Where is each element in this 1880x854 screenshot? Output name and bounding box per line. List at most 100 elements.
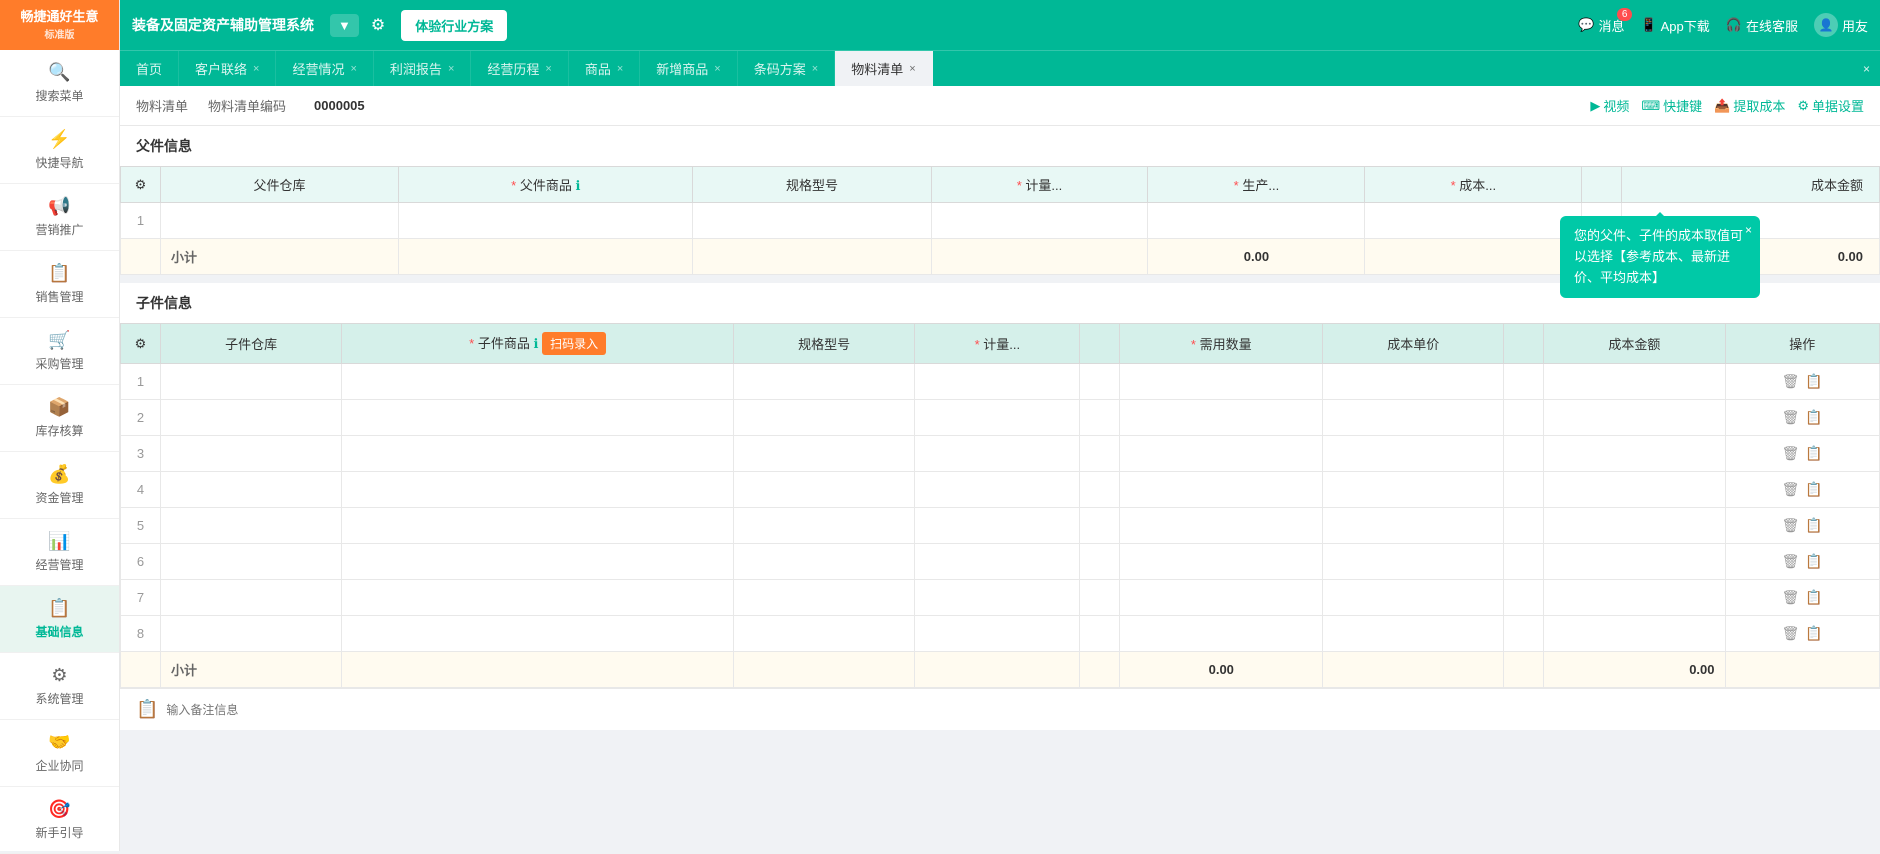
child-cost-amount-cell[interactable] xyxy=(1544,544,1725,580)
tab-history[interactable]: 经营历程 × xyxy=(471,51,568,86)
sidebar-item-basic-info[interactable]: 📋 基础信息 xyxy=(0,586,119,653)
single-settings-action[interactable]: ⚙ 单据设置 xyxy=(1797,96,1864,115)
breadcrumb-1[interactable]: 物料清单 xyxy=(136,96,188,115)
child-cost-amount-cell[interactable] xyxy=(1544,508,1725,544)
child-warehouse-cell[interactable] xyxy=(161,400,342,436)
child-unitprice-cell[interactable] xyxy=(1323,400,1504,436)
child-unitprice-cell[interactable] xyxy=(1323,616,1504,652)
tab-close-icon[interactable]: × xyxy=(448,63,454,75)
delete-icon[interactable]: 🗑 xyxy=(1782,409,1800,426)
child-quantity-cell[interactable] xyxy=(1120,544,1323,580)
child-quantity-cell[interactable] xyxy=(1120,400,1323,436)
child-quantity-cell[interactable] xyxy=(1120,580,1323,616)
child-unitprice-cell[interactable] xyxy=(1323,364,1504,400)
th-settings[interactable]: ⚙ xyxy=(121,324,161,364)
sidebar-item-sales[interactable]: 📋 销售管理 xyxy=(0,251,119,318)
child-warehouse-cell[interactable] xyxy=(161,472,342,508)
tab-close-icon[interactable]: × xyxy=(350,63,356,75)
child-unitprice-cell[interactable] xyxy=(1323,472,1504,508)
delete-icon[interactable]: 🗑 xyxy=(1782,589,1800,606)
child-product-cell[interactable] xyxy=(342,580,734,616)
delete-icon[interactable]: 🗑 xyxy=(1782,445,1800,462)
parent-warehouse-cell[interactable] xyxy=(161,203,399,239)
child-quantity-cell[interactable] xyxy=(1120,436,1323,472)
child-warehouse-cell[interactable] xyxy=(161,580,342,616)
note-input[interactable] xyxy=(166,703,1864,717)
child-spec-cell[interactable] xyxy=(734,508,915,544)
tab-close-icon[interactable]: × xyxy=(714,63,720,75)
sidebar-item-search[interactable]: 🔍 搜索菜单 xyxy=(0,50,119,117)
child-warehouse-cell[interactable] xyxy=(161,508,342,544)
child-spec-cell[interactable] xyxy=(734,544,915,580)
child-unitprice-cell[interactable] xyxy=(1323,544,1504,580)
child-quantity-cell[interactable] xyxy=(1120,616,1323,652)
child-unitprice-cell[interactable] xyxy=(1323,508,1504,544)
child-cost-amount-cell[interactable] xyxy=(1544,364,1725,400)
copy-icon[interactable]: 📋 xyxy=(1805,409,1822,426)
copy-icon[interactable]: 📋 xyxy=(1805,517,1822,534)
child-quantity-cell[interactable] xyxy=(1120,472,1323,508)
delete-icon[interactable]: 🗑 xyxy=(1782,517,1800,534)
tooltip-close-button[interactable]: × xyxy=(1745,221,1752,240)
next-button[interactable]: ▷ xyxy=(1556,96,1578,115)
child-unit-cell[interactable] xyxy=(915,364,1080,400)
tab-close-icon[interactable]: × xyxy=(909,63,915,75)
delete-icon[interactable]: 🗑 xyxy=(1782,373,1800,390)
child-product-cell[interactable] xyxy=(342,436,734,472)
parent-unit-cell[interactable] xyxy=(931,203,1148,239)
sidebar-item-quick-nav[interactable]: ⚡ 快捷导航 xyxy=(0,117,119,184)
child-spec-cell[interactable] xyxy=(734,436,915,472)
child-unit-cell[interactable] xyxy=(915,436,1080,472)
child-product-cell[interactable] xyxy=(342,400,734,436)
tab-customer[interactable]: 客户联络 × xyxy=(179,51,276,86)
parent-cost-cell[interactable] xyxy=(1365,203,1582,239)
sidebar-item-inventory[interactable]: 📦 库存核算 xyxy=(0,385,119,452)
child-cost-amount-cell[interactable] xyxy=(1544,472,1725,508)
th-settings[interactable]: ⚙ xyxy=(121,167,161,203)
child-product-cell[interactable] xyxy=(342,472,734,508)
child-cost-amount-cell[interactable] xyxy=(1544,616,1725,652)
scan-button[interactable]: 扫码录入 xyxy=(542,332,606,355)
copy-icon[interactable]: 📋 xyxy=(1805,445,1822,462)
child-unit-cell[interactable] xyxy=(915,472,1080,508)
child-unitprice-cell[interactable] xyxy=(1323,580,1504,616)
delete-icon[interactable]: 🗑 xyxy=(1782,481,1800,498)
child-product-cell[interactable] xyxy=(342,544,734,580)
parent-spec-cell[interactable] xyxy=(693,203,931,239)
parent-production-cell[interactable] xyxy=(1148,203,1365,239)
sidebar-item-system[interactable]: ⚙ 系统管理 xyxy=(0,653,119,720)
delete-icon[interactable]: 🗑 xyxy=(1782,625,1800,642)
trial-button[interactable]: 体验行业方案 xyxy=(401,10,507,41)
prev-button[interactable]: ◁ xyxy=(1531,96,1553,115)
child-quantity-cell[interactable] xyxy=(1120,364,1323,400)
copy-icon[interactable]: 📋 xyxy=(1805,481,1822,498)
tab-barcode[interactable]: 条码方案 × xyxy=(738,51,835,86)
tab-home[interactable]: 首页 xyxy=(120,51,179,86)
tab-operations[interactable]: 经营情况 × xyxy=(276,51,373,86)
tab-new-product[interactable]: 新增商品 × xyxy=(640,51,737,86)
tab-bom[interactable]: 物料清单 × xyxy=(835,51,932,86)
system-dropdown[interactable]: ▼ xyxy=(330,14,359,37)
tab-close-icon[interactable]: × xyxy=(617,63,623,75)
child-unit-cell[interactable] xyxy=(915,400,1080,436)
tab-close-icon[interactable]: × xyxy=(253,63,259,75)
child-spec-cell[interactable] xyxy=(734,616,915,652)
shortcut-action[interactable]: ⌨ 快捷键 xyxy=(1641,96,1702,115)
delete-icon[interactable]: 🗑 xyxy=(1782,553,1800,570)
settings-button[interactable]: ⚙ xyxy=(367,11,389,39)
message-button[interactable]: 💬 消息 6 xyxy=(1578,16,1624,35)
sidebar-item-purchase[interactable]: 🛒 采购管理 xyxy=(0,318,119,385)
child-unit-cell[interactable] xyxy=(915,508,1080,544)
user-menu[interactable]: 👤 用友 xyxy=(1814,13,1868,37)
tab-close-icon[interactable]: × xyxy=(545,63,551,75)
child-cost-amount-cell[interactable] xyxy=(1544,580,1725,616)
child-spec-cell[interactable] xyxy=(734,472,915,508)
child-warehouse-cell[interactable] xyxy=(161,364,342,400)
child-warehouse-cell[interactable] xyxy=(161,544,342,580)
tab-profit[interactable]: 利润报告 × xyxy=(374,51,471,86)
sidebar-item-finance[interactable]: 💰 资金管理 xyxy=(0,452,119,519)
child-product-cell[interactable] xyxy=(342,616,734,652)
copy-icon[interactable]: 📋 xyxy=(1805,553,1822,570)
child-cost-amount-cell[interactable] xyxy=(1544,436,1725,472)
child-unit-cell[interactable] xyxy=(915,544,1080,580)
